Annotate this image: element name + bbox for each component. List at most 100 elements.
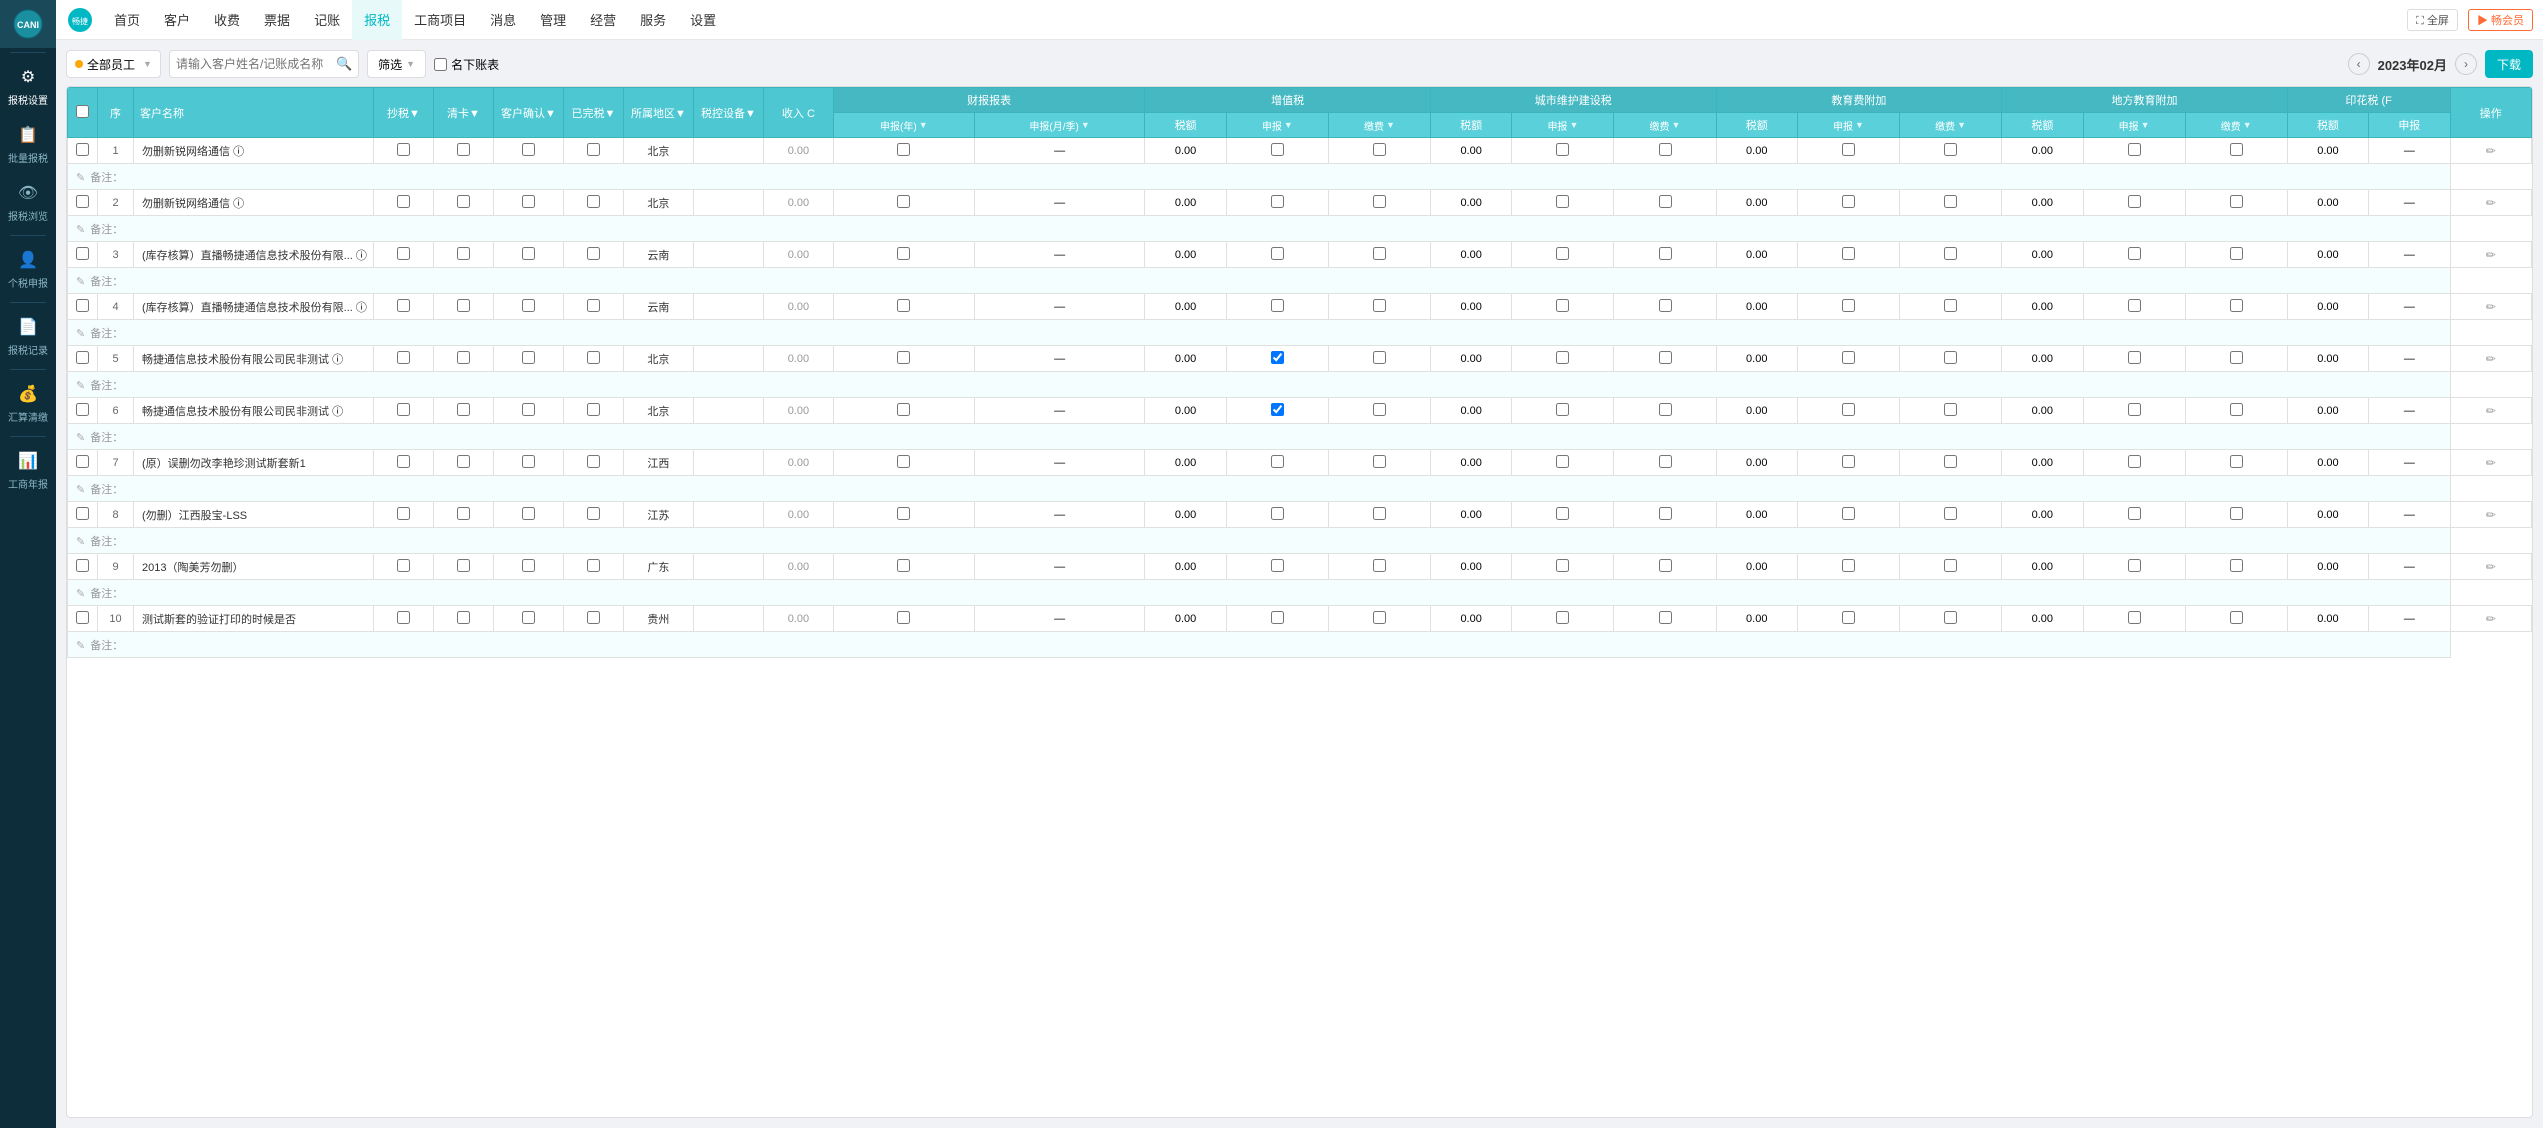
cell-checkbox[interactable] [897, 455, 910, 468]
cell-checkbox[interactable] [2128, 299, 2141, 312]
cell-checkbox[interactable] [457, 559, 470, 572]
cell-checkbox[interactable] [522, 403, 535, 416]
cell-checkbox[interactable] [1659, 247, 1672, 260]
cell-checkbox[interactable] [897, 611, 910, 624]
nav-item-invoice[interactable]: 票据 [252, 0, 302, 40]
cell-checkbox[interactable] [522, 195, 535, 208]
cell-checkbox[interactable] [587, 351, 600, 364]
cell-checkbox[interactable] [1271, 611, 1284, 624]
cell-checkbox[interactable] [2230, 247, 2243, 260]
header-edu-report[interactable]: 申报▼ [1797, 113, 1899, 138]
cell-checkbox[interactable] [1373, 507, 1386, 520]
cell-checkbox[interactable] [76, 143, 89, 156]
member-btn[interactable]: ▶ 畅会员 [2468, 9, 2533, 31]
cell-checkbox[interactable] [397, 559, 410, 572]
cell-checkbox[interactable] [1556, 299, 1569, 312]
cell-checkbox[interactable] [522, 455, 535, 468]
cell-checkbox[interactable] [1271, 299, 1284, 312]
cell-checkbox[interactable] [2230, 351, 2243, 364]
cell-checkbox[interactable] [397, 299, 410, 312]
cell-checkbox[interactable] [522, 351, 535, 364]
cell-checkbox[interactable] [76, 559, 89, 572]
cell-checkbox[interactable] [587, 455, 600, 468]
cell-checkbox[interactable] [1944, 247, 1957, 260]
header-vat-pay[interactable]: 缴费▼ [1328, 113, 1430, 138]
cell-checkbox[interactable] [76, 247, 89, 260]
header-fin-year[interactable]: 申报(年)▼ [833, 113, 974, 138]
cell-checkbox[interactable] [397, 403, 410, 416]
edit-icon[interactable]: ✏ [2486, 404, 2496, 418]
header-stamp-report[interactable]: 申报 [2369, 113, 2450, 138]
cell-checkbox[interactable] [457, 507, 470, 520]
cell-checkbox[interactable] [457, 247, 470, 260]
cell-checkbox[interactable] [1842, 403, 1855, 416]
header-region[interactable]: 所属地区▼ [623, 88, 693, 138]
cell-checkbox[interactable] [522, 143, 535, 156]
cell-checkbox[interactable] [1659, 507, 1672, 520]
cell-checkbox[interactable] [1271, 143, 1284, 156]
cell-checkbox[interactable] [1944, 559, 1957, 572]
cell-checkbox[interactable] [457, 299, 470, 312]
cell-checkbox[interactable] [1842, 195, 1855, 208]
cell-checkbox[interactable] [1659, 559, 1672, 572]
cell-checkbox[interactable] [457, 195, 470, 208]
header-city-pay[interactable]: 缴费▼ [1614, 113, 1716, 138]
cell-checkbox[interactable] [1659, 403, 1672, 416]
employee-filter[interactable]: 全部员工 ▼ [66, 50, 161, 78]
cell-checkbox[interactable] [76, 299, 89, 312]
cell-checkbox[interactable] [1659, 299, 1672, 312]
cell-checkbox[interactable] [397, 611, 410, 624]
edit-icon[interactable]: ✏ [2486, 248, 2496, 262]
cell-checkbox[interactable] [1944, 351, 1957, 364]
cell-checkbox[interactable] [1842, 455, 1855, 468]
vat-report-cb[interactable] [1271, 351, 1284, 364]
cell-checkbox[interactable] [1842, 559, 1855, 572]
header-vat-report[interactable]: 申报▼ [1226, 113, 1328, 138]
sidebar-item-annual-report[interactable]: 📊 工商年报 [0, 441, 56, 499]
cell-checkbox[interactable] [897, 299, 910, 312]
cell-checkbox[interactable] [2230, 195, 2243, 208]
download-btn[interactable]: 下载 [2485, 50, 2533, 78]
cell-checkbox[interactable] [522, 507, 535, 520]
cell-checkbox[interactable] [2128, 143, 2141, 156]
cell-checkbox[interactable] [1373, 455, 1386, 468]
cell-checkbox[interactable] [457, 403, 470, 416]
nav-item-settings[interactable]: 设置 [678, 0, 728, 40]
cell-checkbox[interactable] [457, 455, 470, 468]
cell-checkbox[interactable] [1659, 143, 1672, 156]
cell-checkbox[interactable] [1556, 195, 1569, 208]
cell-checkbox[interactable] [522, 299, 535, 312]
sidebar-item-tax-view[interactable]: 👁 报税浏览 [0, 173, 56, 231]
edit-icon[interactable]: ✏ [2486, 144, 2496, 158]
cell-checkbox[interactable] [1373, 195, 1386, 208]
cell-checkbox[interactable] [1556, 247, 1569, 260]
edit-icon[interactable]: ✏ [2486, 196, 2496, 210]
header-tax-copy[interactable]: 抄税▼ [373, 88, 433, 138]
cell-checkbox[interactable] [1944, 195, 1957, 208]
edit-icon[interactable]: ✏ [2486, 352, 2496, 366]
cell-checkbox[interactable] [1271, 195, 1284, 208]
cell-checkbox[interactable] [1842, 143, 1855, 156]
nav-item-tax[interactable]: 报税 [352, 0, 402, 40]
header-edu-pay[interactable]: 缴费▼ [1900, 113, 2002, 138]
cell-checkbox[interactable] [2128, 195, 2141, 208]
cell-checkbox[interactable] [397, 351, 410, 364]
cell-checkbox[interactable] [2128, 559, 2141, 572]
cell-checkbox[interactable] [397, 247, 410, 260]
cell-checkbox[interactable] [1944, 143, 1957, 156]
cell-checkbox[interactable] [397, 507, 410, 520]
nav-item-industry[interactable]: 工商项目 [402, 0, 478, 40]
edit-icon[interactable]: ✏ [2486, 300, 2496, 314]
cell-checkbox[interactable] [1842, 299, 1855, 312]
header-city-report[interactable]: 申报▼ [1512, 113, 1614, 138]
cell-checkbox[interactable] [2230, 299, 2243, 312]
cell-checkbox[interactable] [2230, 143, 2243, 156]
cell-checkbox[interactable] [1271, 247, 1284, 260]
cell-checkbox[interactable] [76, 351, 89, 364]
cell-checkbox[interactable] [1842, 247, 1855, 260]
cell-checkbox[interactable] [1944, 403, 1957, 416]
cell-checkbox[interactable] [397, 143, 410, 156]
cell-checkbox[interactable] [1556, 455, 1569, 468]
cell-checkbox[interactable] [76, 403, 89, 416]
cell-checkbox[interactable] [897, 143, 910, 156]
